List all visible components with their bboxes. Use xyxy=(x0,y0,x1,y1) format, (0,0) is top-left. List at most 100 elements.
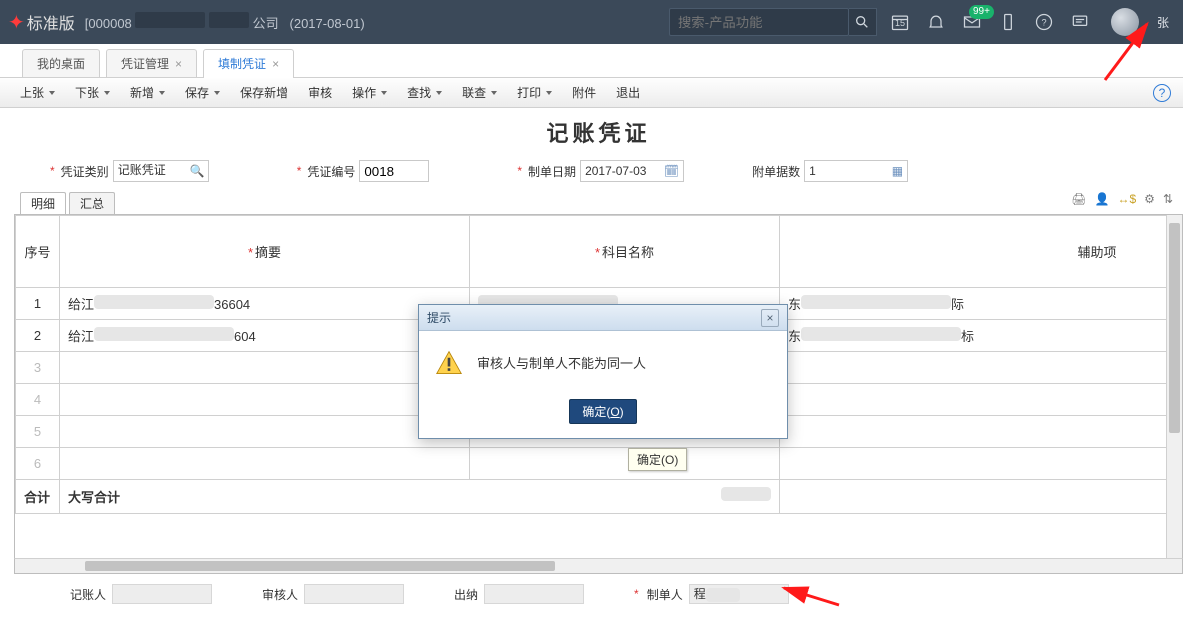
toolbar-help-icon[interactable]: ? xyxy=(1153,84,1171,102)
warning-icon xyxy=(435,349,463,377)
save-button[interactable]: 保存 xyxy=(177,82,228,104)
business-date: (2017-08-01) xyxy=(290,16,365,31)
company-code: [000008 xyxy=(85,16,132,31)
help-icon[interactable]: ? xyxy=(1033,11,1055,33)
horizontal-scrollbar[interactable] xyxy=(14,558,1183,574)
tab-strip: 我的桌面 凭证管理× 填制凭证× xyxy=(0,44,1183,78)
ok-button[interactable]: 确定(O) xyxy=(569,399,636,424)
close-icon[interactable]: × xyxy=(175,50,182,78)
tool-icon[interactable]: ⚙ xyxy=(1144,192,1155,206)
table-row[interactable]: 6 xyxy=(16,448,1183,480)
tab-label: 填制凭证 xyxy=(218,50,266,78)
redacted xyxy=(209,12,249,28)
auditor-field xyxy=(304,584,404,604)
calendar-icon[interactable]: 15 xyxy=(889,11,911,33)
company-suffix: 公司 xyxy=(253,16,279,31)
find-button[interactable]: 查找 xyxy=(399,82,450,104)
link-button[interactable]: 联查 xyxy=(454,82,505,104)
edition-label: 标准版 xyxy=(27,10,75,34)
grid-tools: 🖨 👤 ↔$ ⚙ ⇅ xyxy=(1071,192,1173,206)
bell-icon[interactable] xyxy=(925,11,947,33)
dialog-title: 提示 xyxy=(427,309,451,326)
type-label: 凭证类别 xyxy=(61,163,109,180)
col-summary: *摘要 xyxy=(60,216,470,288)
search-input[interactable] xyxy=(669,8,849,36)
aux-cell[interactable]: 东际 xyxy=(780,288,1183,320)
mobile-icon[interactable] xyxy=(997,11,1019,33)
sum-label: 合计 xyxy=(16,480,60,514)
close-icon[interactable]: × xyxy=(272,50,279,78)
date-label: 制单日期 xyxy=(528,163,576,180)
tool-icon[interactable]: ↔$ xyxy=(1117,192,1136,206)
prev-button[interactable]: 上张 xyxy=(12,82,63,104)
seq-cell: 2 xyxy=(16,320,60,352)
tab-label: 凭证管理 xyxy=(121,50,169,78)
top-bar: ✦ 标准版 [000008 公司 (2017-08-01) 15 99+ ? xyxy=(0,0,1183,44)
vertical-scrollbar[interactable] xyxy=(1166,215,1182,558)
aux-cell[interactable]: 东标 xyxy=(780,320,1183,352)
auditor-label: 审核人 xyxy=(262,586,298,603)
toolbar: 上张 下张 新增 保存 保存新增 审核 操作 查找 联查 打印 附件 退出 ? xyxy=(0,78,1183,108)
cashier-label: 出纳 xyxy=(454,586,478,603)
search-button[interactable] xyxy=(849,8,877,36)
next-button[interactable]: 下张 xyxy=(67,82,118,104)
col-seq: 序号 xyxy=(16,216,60,288)
poster-field xyxy=(112,584,212,604)
page-title: 记账凭证 xyxy=(14,116,1183,148)
tool-icon[interactable]: ⇅ xyxy=(1163,192,1173,206)
add-button[interactable]: 新增 xyxy=(122,82,173,104)
avatar[interactable] xyxy=(1111,8,1139,36)
col-account: *科目名称 xyxy=(470,216,780,288)
tool-icon[interactable]: 🖨 xyxy=(1071,192,1086,206)
tab-fill-voucher[interactable]: 填制凭证× xyxy=(203,49,294,77)
attach-value: 1 xyxy=(809,164,816,178)
sum-text-cell: 大写合计 xyxy=(60,480,780,514)
calendar-picker-icon[interactable]: 🗓 xyxy=(664,164,679,178)
logo-icon: ✦ xyxy=(8,10,25,35)
dialog-titlebar[interactable]: 提示 × xyxy=(419,305,787,331)
username: 张 xyxy=(1157,14,1169,31)
grid-subtabs: 明细 汇总 🖨 👤 ↔$ ⚙ ⇅ xyxy=(14,192,1183,214)
stepper-icon[interactable]: ▦ xyxy=(892,164,903,178)
exit-button[interactable]: 退出 xyxy=(608,82,648,104)
attach-label: 附单据数 xyxy=(752,163,800,180)
cashier-field xyxy=(484,584,584,604)
seq-cell: 1 xyxy=(16,288,60,320)
summary-cell[interactable]: 给江604 xyxy=(60,320,470,352)
print-button[interactable]: 打印 xyxy=(509,82,560,104)
feedback-icon[interactable] xyxy=(1069,11,1091,33)
attach-button[interactable]: 附件 xyxy=(564,82,604,104)
footer-row: 记账人 审核人 出纳 *制单人 程 xyxy=(14,574,1183,614)
maker-field: 程 xyxy=(689,584,789,604)
audit-button[interactable]: 审核 xyxy=(300,82,340,104)
voucher-no-input[interactable] xyxy=(359,160,429,182)
calendar-day: 15 xyxy=(895,18,905,28)
summary-cell[interactable]: 给江36604 xyxy=(60,288,470,320)
subtab-summary[interactable]: 汇总 xyxy=(69,192,115,214)
sum-row: 合计 大写合计 xyxy=(16,480,1183,514)
tab-voucher-mgmt[interactable]: 凭证管理× xyxy=(106,49,197,77)
action-button[interactable]: 操作 xyxy=(344,82,395,104)
tab-desktop[interactable]: 我的桌面 xyxy=(22,49,100,77)
date-value: 2017-07-03 xyxy=(585,164,646,178)
voucher-type-value: 记账凭证 xyxy=(118,163,166,177)
tool-icon[interactable]: 👤 xyxy=(1095,192,1110,206)
no-label: 凭证编号 xyxy=(307,163,355,180)
lookup-icon[interactable]: 🔍 xyxy=(190,164,205,178)
dialog-message: 审核人与制单人不能为同一人 xyxy=(477,349,646,372)
col-aux: 辅助项 xyxy=(780,216,1183,288)
close-icon[interactable]: × xyxy=(761,309,779,327)
maker-label: 制单人 xyxy=(647,586,683,603)
mail-icon[interactable]: 99+ xyxy=(961,11,983,33)
tab-label: 我的桌面 xyxy=(37,50,85,78)
save-add-button[interactable]: 保存新增 xyxy=(232,82,296,104)
voucher-type-input[interactable]: 记账凭证 🔍 xyxy=(113,160,209,182)
subtab-detail[interactable]: 明细 xyxy=(20,192,66,214)
voucher-header-row: *凭证类别 记账凭证 🔍 *凭证编号 *制单日期 2017-07-03 🗓 附单… xyxy=(14,160,1183,192)
redacted xyxy=(135,12,205,28)
alert-dialog: 提示 × 审核人与制单人不能为同一人 确定(O) xyxy=(418,304,788,439)
attach-count-input[interactable]: 1 ▦ xyxy=(804,160,908,182)
notification-badge: 99+ xyxy=(969,5,994,19)
voucher-date-input[interactable]: 2017-07-03 🗓 xyxy=(580,160,684,182)
svg-text:?: ? xyxy=(1041,17,1046,27)
